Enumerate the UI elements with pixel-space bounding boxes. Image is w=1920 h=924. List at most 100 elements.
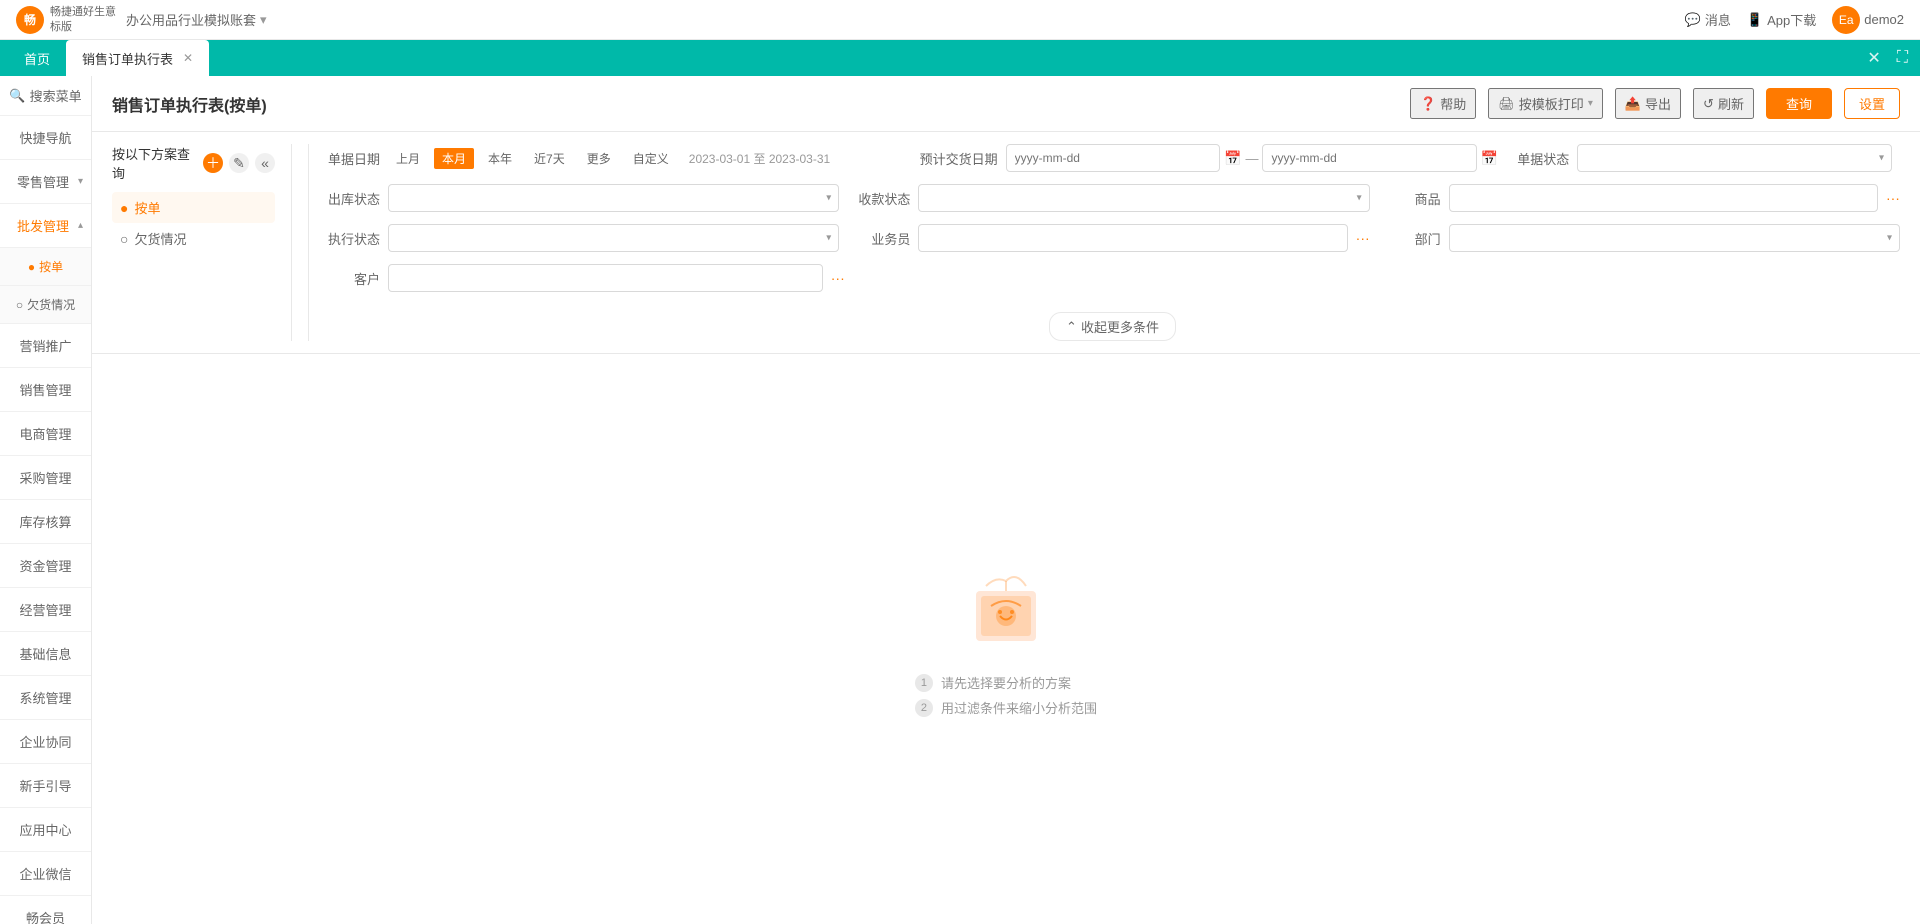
help-button[interactable]: ❓ 帮助 xyxy=(1410,88,1476,119)
sidebar-sub-item-press-order[interactable]: ● 按单 xyxy=(0,248,91,286)
breadcrumb-dropdown-icon[interactable]: ▾ xyxy=(260,12,267,28)
settings-button[interactable]: 设置 xyxy=(1844,88,1900,119)
sidebar-item-retail[interactable]: 零售管理 ▾ xyxy=(0,160,91,204)
sidebar-item-marketing[interactable]: 营销推广 xyxy=(0,324,91,368)
sidebar-item-appstore[interactable]: 应用中心 xyxy=(0,808,91,852)
sidebar-sub-item-debt[interactable]: ○ 欠货情况 xyxy=(0,286,91,324)
filter-main: 按以下方案查询 ＋ ✎ « ● 按单 ○ 欠货情况 xyxy=(112,144,1900,341)
message-icon: 💬 xyxy=(1685,12,1701,28)
left-panel-actions: ＋ ✎ « xyxy=(203,153,275,173)
goods-input[interactable] xyxy=(1449,184,1878,212)
filter-right-content: 单据日期 上月 本月 本年 近7天 更多 自定义 2023-03-01 至 20… xyxy=(325,144,1900,341)
expected-date-end[interactable] xyxy=(1262,144,1476,172)
sidebar-item-operations[interactable]: 经营管理 xyxy=(0,588,91,632)
collapse-filters-button[interactable]: ⌃ 收起更多条件 xyxy=(1049,312,1176,341)
sidebar-item-enterprise[interactable]: 企业协同 xyxy=(0,720,91,764)
tab-bar-actions: ✕ ⛶ xyxy=(1863,44,1912,72)
date-tab-current-year[interactable]: 本年 xyxy=(480,148,520,169)
filter-row-2: 出库状态 收款状态 xyxy=(325,184,1900,212)
empty-illustration xyxy=(956,561,1056,661)
tab-bar: 首页 销售订单执行表 ✕ ✕ ⛶ xyxy=(0,40,1920,76)
sidebar-item-inventory[interactable]: 库存核算 xyxy=(0,500,91,544)
date-range-expected: 📅 — 📅 xyxy=(1006,144,1499,172)
sidebar-item-wechat[interactable]: 企业微信 xyxy=(0,852,91,896)
user-area[interactable]: Ea demo2 xyxy=(1832,6,1904,34)
salesperson-more-icon[interactable]: ··· xyxy=(1356,230,1370,246)
customer-more-icon[interactable]: ··· xyxy=(831,270,845,286)
help-icon: ❓ xyxy=(1420,96,1436,112)
sidebar-item-member[interactable]: 畅会员 xyxy=(0,896,91,924)
sidebar-item-wholesale[interactable]: 批发管理 ▴ xyxy=(0,204,91,248)
search-button[interactable]: 查询 xyxy=(1766,88,1832,119)
date-tab-last-7[interactable]: 近7天 xyxy=(526,148,573,169)
filter-item-date: 单据日期 上月 本月 本年 近7天 更多 自定义 2023-03-01 至 20… xyxy=(325,148,904,169)
date-tab-more[interactable]: 更多 xyxy=(579,148,619,169)
content-area: 销售订单执行表(按单) ❓ 帮助 🖨 按模板打印 ▾ 📤 导出 xyxy=(92,76,1920,924)
sidebar-item-newbie[interactable]: 新手引导 xyxy=(0,764,91,808)
filter-item-payment-status: 收款状态 xyxy=(855,184,1369,212)
page-title-row: 销售订单执行表(按单) ❓ 帮助 🖨 按模板打印 ▾ 📤 导出 xyxy=(112,88,1900,119)
avatar: Ea xyxy=(1832,6,1860,34)
goods-more-icon[interactable]: ··· xyxy=(1886,190,1900,206)
expand-tab-action[interactable]: ⛶ xyxy=(1893,45,1912,71)
sidebar-item-system[interactable]: 系统管理 xyxy=(0,676,91,720)
sidebar-item-finance[interactable]: 资金管理 xyxy=(0,544,91,588)
export-button[interactable]: 📤 导出 xyxy=(1615,88,1681,119)
date-tab-current-month[interactable]: 本月 xyxy=(434,148,474,169)
app-download-button[interactable]: 📱 App下载 xyxy=(1747,10,1816,29)
salesperson-input[interactable] xyxy=(918,224,1347,252)
press-order-icon: ● xyxy=(28,260,35,274)
edit-scheme-button[interactable]: ✎ xyxy=(229,153,249,173)
exec-status-select[interactable] xyxy=(388,224,839,252)
payment-status-select-wrap xyxy=(918,184,1369,212)
expected-date-start[interactable] xyxy=(1006,144,1220,172)
print-icon: 🖨 xyxy=(1498,96,1515,112)
add-scheme-button[interactable]: ＋ xyxy=(203,153,223,173)
print-button[interactable]: 🖨 按模板打印 ▾ xyxy=(1488,88,1603,119)
customer-label: 客户 xyxy=(325,269,380,288)
filter-row-1: 单据日期 上月 本月 本年 近7天 更多 自定义 2023-03-01 至 20… xyxy=(325,144,1900,172)
sidebar-item-sales[interactable]: 销售管理 xyxy=(0,368,91,412)
out-status-select[interactable] xyxy=(388,184,839,212)
date-tab-custom[interactable]: 自定义 xyxy=(625,148,677,169)
close-tab-action[interactable]: ✕ xyxy=(1863,44,1884,72)
tab-home[interactable]: 首页 xyxy=(8,40,66,76)
logo-icon: 畅 xyxy=(16,6,44,34)
refresh-button[interactable]: ↺ 刷新 xyxy=(1693,88,1754,119)
filter-item-salesperson: 业务员 ··· xyxy=(855,224,1369,252)
export-icon: 📤 xyxy=(1625,96,1641,112)
tip-number-2: 2 xyxy=(915,699,933,717)
sidebar-item-shortcut[interactable]: 快捷导航 xyxy=(0,116,91,160)
logo-area: 畅 畅捷通好生意 标版 xyxy=(16,5,116,34)
status-select-wrap xyxy=(1577,144,1892,172)
filter-item-expected-date: 预计交货日期 📅 — 📅 xyxy=(920,144,1499,172)
goods-label: 商品 xyxy=(1386,189,1441,208)
more-filters-row: ⌃ 收起更多条件 xyxy=(325,304,1900,341)
tab-close-icon[interactable]: ✕ xyxy=(183,51,193,65)
tab-sales-order[interactable]: 销售订单执行表 ✕ xyxy=(66,40,209,76)
collapse-panel-button[interactable]: « xyxy=(255,153,275,173)
customer-input[interactable] xyxy=(388,264,823,292)
calendar-end-icon[interactable]: 📅 xyxy=(1481,150,1498,167)
sidebar-item-purchase[interactable]: 采购管理 xyxy=(0,456,91,500)
dept-select-wrap xyxy=(1449,224,1900,252)
empty-tip-2: 2 用过滤条件来缩小分析范围 xyxy=(915,698,1097,717)
sidebar-search[interactable]: 🔍 搜索菜单 xyxy=(0,76,91,116)
dept-select[interactable] xyxy=(1449,224,1900,252)
message-button[interactable]: 💬 消息 xyxy=(1685,10,1731,29)
date-tab-last-month[interactable]: 上月 xyxy=(388,148,428,169)
payment-status-select[interactable] xyxy=(918,184,1369,212)
filter-item-status: 单据状态 xyxy=(1514,144,1900,172)
header-right: 💬 消息 📱 App下载 Ea demo2 xyxy=(1685,6,1904,34)
sub-menu-debt[interactable]: ○ 欠货情况 xyxy=(112,223,275,254)
date-label: 单据日期 xyxy=(325,149,380,168)
sub-menu-press-order[interactable]: ● 按单 xyxy=(112,192,275,223)
breadcrumb[interactable]: 办公用品行业模拟账套 ▾ xyxy=(126,10,267,29)
print-arrow-icon: ▾ xyxy=(1588,98,1593,109)
sidebar-item-basic[interactable]: 基础信息 xyxy=(0,632,91,676)
status-select[interactable] xyxy=(1577,144,1892,172)
calendar-start-icon[interactable]: 📅 xyxy=(1224,150,1241,167)
payment-status-label: 收款状态 xyxy=(855,189,910,208)
sidebar-item-ecommerce[interactable]: 电商管理 xyxy=(0,412,91,456)
page-header: 销售订单执行表(按单) ❓ 帮助 🖨 按模板打印 ▾ 📤 导出 xyxy=(92,76,1920,132)
